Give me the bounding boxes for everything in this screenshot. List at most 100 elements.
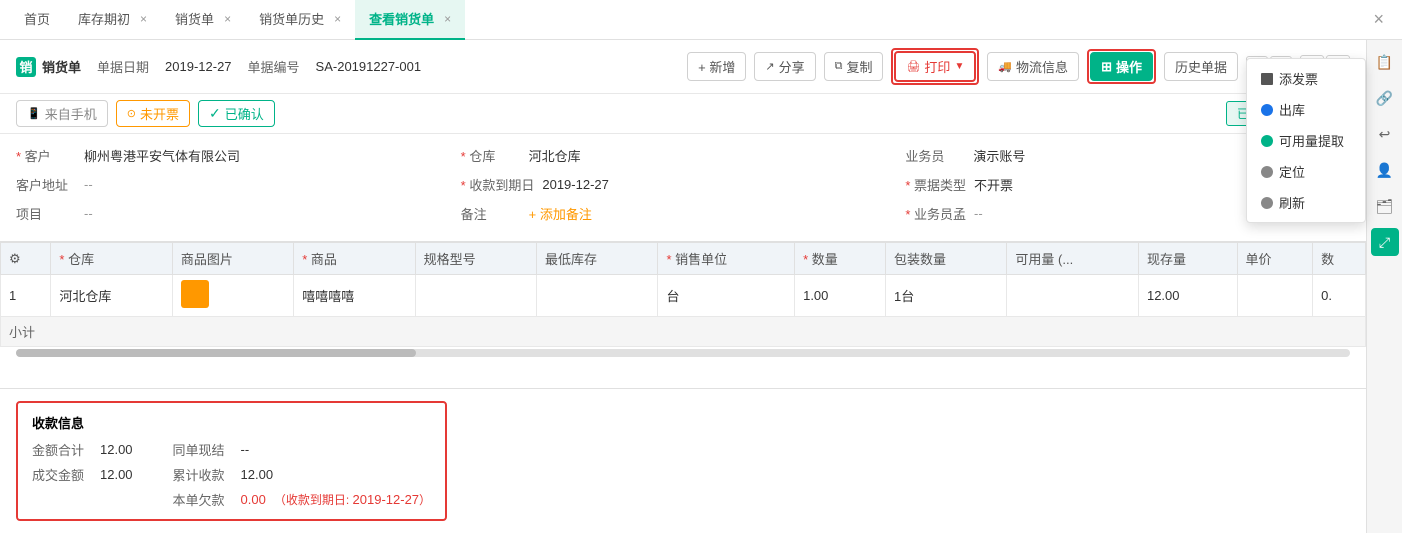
history-button[interactable]: 历史单据 bbox=[1164, 52, 1238, 81]
payment-settle-label: 同单现结 bbox=[173, 440, 233, 459]
dropdown-outbound[interactable]: 出库 bbox=[1247, 94, 1365, 125]
dropdown-avail-extract-label: 可用量提取 bbox=[1279, 131, 1344, 150]
toolbar: 📱 来自手机 ⊙ 未开票 ✓ 已确认 已核销 已生效 bbox=[0, 94, 1366, 134]
col-image: 商品图片 bbox=[172, 243, 293, 275]
tab-view-sales-order[interactable]: 查看销货单 × bbox=[355, 0, 465, 40]
product-image bbox=[181, 280, 209, 308]
cell-avail bbox=[1007, 275, 1139, 317]
col-qty: 数量 bbox=[795, 243, 886, 275]
sidebar-icon-expand[interactable]: ⤢ bbox=[1371, 228, 1399, 256]
payment-total-value: 12.00 bbox=[100, 442, 133, 457]
horizontal-scrollbar[interactable] bbox=[16, 349, 1350, 357]
sidebar-icon-undo[interactable]: ↩ bbox=[1371, 120, 1399, 148]
cell-product: 嘻嘻嘻嘻 bbox=[294, 275, 415, 317]
cell-current: 12.00 bbox=[1138, 275, 1237, 317]
col-amount: 数 bbox=[1313, 243, 1366, 275]
new-button[interactable]: + 新增 bbox=[687, 52, 746, 81]
dropdown-locate-label: 定位 bbox=[1279, 162, 1305, 181]
form-row-1: 客户 柳州粤港平安气体有限公司 仓库 河北仓库 业务员 演示账号 bbox=[16, 146, 1350, 165]
customer-value: 柳州粤港平安气体有限公司 bbox=[84, 146, 240, 165]
project-value: -- bbox=[84, 206, 93, 221]
customer-field: 客户 柳州粤港平安气体有限公司 bbox=[16, 146, 461, 165]
tab-inventory-init[interactable]: 库存期初 × bbox=[64, 0, 161, 40]
window-close-button[interactable]: × bbox=[1365, 9, 1392, 30]
invoice-value: 不开票 bbox=[974, 175, 1013, 194]
dropdown-add-invoice[interactable]: 添发票 bbox=[1247, 63, 1365, 94]
right-sidebar: 📋 🔗 ↩ 👤 🗂 ⤢ bbox=[1366, 40, 1402, 533]
tab-home[interactable]: 首页 bbox=[10, 0, 64, 40]
table-row: 1 河北仓库 嘻嘻嘻嘻 台 1.00 1台 12.00 bbox=[1, 275, 1366, 317]
sidebar-icon-link[interactable]: 🔗 bbox=[1371, 84, 1399, 112]
cell-spec bbox=[415, 275, 536, 317]
payment-date-label: 收款到期日 bbox=[461, 175, 535, 194]
subtotal-row: 小计 bbox=[1, 317, 1366, 347]
tab-sales-history[interactable]: 销货单历史 × bbox=[245, 0, 355, 40]
operate-dropdown-menu: 添发票 出库 可用量提取 定位 刷新 bbox=[1246, 58, 1366, 223]
operate-button[interactable]: ⊞ 操作 bbox=[1090, 52, 1153, 81]
sidebar-icon-list[interactable]: 📋 bbox=[1371, 48, 1399, 76]
cell-amount: 0. bbox=[1313, 275, 1366, 317]
dropdown-avail-extract[interactable]: 可用量提取 bbox=[1247, 125, 1365, 156]
tab-bar: 首页 库存期初 × 销货单 × 销货单历史 × 查看销货单 × × bbox=[0, 0, 1402, 40]
avail-extract-icon bbox=[1261, 135, 1273, 147]
warehouse-field: 仓库 河北仓库 bbox=[461, 146, 906, 165]
print-button[interactable]: 🖨 打印 ▼ bbox=[894, 51, 976, 82]
staff-value: 演示账号 bbox=[973, 146, 1025, 165]
project-label: 项目 bbox=[16, 204, 76, 223]
note-field: 备注 添加备注 bbox=[461, 204, 906, 223]
cell-qty: 1.00 bbox=[795, 275, 886, 317]
tab-close-sales-order[interactable]: × bbox=[224, 12, 231, 26]
payment-col-right: 同单现结 -- 累计收款 12.00 本单欠款 0.00 （收款到期日: 201… bbox=[173, 440, 432, 509]
sidebar-icon-folder[interactable]: 🗂 bbox=[1371, 192, 1399, 220]
doc-header: 销 销货单 单据日期 2019-12-27 单据编号 SA-20191227-0… bbox=[0, 40, 1366, 94]
add-note-button[interactable]: 添加备注 bbox=[529, 204, 592, 223]
address-field: 客户地址 -- bbox=[16, 175, 461, 194]
scroll-thumb[interactable] bbox=[16, 349, 416, 357]
col-avail: 可用量 (... bbox=[1007, 243, 1139, 275]
payment-cumulative-row: 累计收款 12.00 bbox=[173, 465, 432, 484]
payment-settle-value: -- bbox=[241, 442, 250, 457]
payment-owed-suffix: （收款到期日: 2019-12-27） bbox=[274, 491, 431, 508]
payment-info-rows: 金额合计 12.00 成交金额 12.00 同单现结 -- bbox=[32, 440, 431, 509]
dropdown-locate[interactable]: 定位 bbox=[1247, 156, 1365, 187]
tab-sales-order[interactable]: 销货单 × bbox=[161, 0, 245, 40]
tab-close-inventory-init[interactable]: × bbox=[140, 12, 147, 26]
tab-close-sales-history[interactable]: × bbox=[334, 12, 341, 26]
confirm-button[interactable]: ✓ 已确认 bbox=[198, 100, 275, 127]
operator-label: 业务员孟 bbox=[905, 204, 966, 223]
payment-date-value: 2019-12-27 bbox=[542, 177, 609, 192]
col-product: 商品 bbox=[294, 243, 415, 275]
col-warehouse: 仓库 bbox=[51, 243, 172, 275]
payment-info-outline: 收款信息 金额合计 12.00 成交金额 12.00 bbox=[16, 401, 447, 521]
payment-settle-row: 同单现结 -- bbox=[173, 440, 432, 459]
payment-deal-label: 成交金额 bbox=[32, 465, 92, 484]
share-button[interactable]: ↗ 分享 bbox=[754, 52, 815, 81]
payment-total-row: 金额合计 12.00 bbox=[32, 440, 133, 459]
from-phone-button[interactable]: 📱 来自手机 bbox=[16, 100, 108, 127]
payment-cumulative-label: 累计收款 bbox=[173, 465, 233, 484]
logistics-button[interactable]: 🚚 物流信息 bbox=[987, 52, 1079, 81]
dropdown-refresh[interactable]: 刷新 bbox=[1247, 187, 1365, 218]
dropdown-refresh-label: 刷新 bbox=[1279, 193, 1305, 212]
subtotal-label: 小计 bbox=[1, 317, 1366, 347]
product-table-wrap: ⚙ 仓库 商品图片 商品 规格型号 最低库存 销售单位 数量 包装数量 可用量 … bbox=[0, 241, 1366, 388]
col-price: 单价 bbox=[1237, 243, 1313, 275]
payment-owed-row: 本单欠款 0.00 （收款到期日: 2019-12-27） bbox=[173, 490, 432, 509]
cell-image bbox=[172, 275, 293, 317]
payment-cumulative-value: 12.00 bbox=[241, 467, 274, 482]
form-section: 客户 柳州粤港平安气体有限公司 仓库 河北仓库 业务员 演示账号 客户地址 -- bbox=[0, 134, 1366, 241]
col-gear: ⚙ bbox=[1, 243, 51, 275]
payment-info-title: 收款信息 bbox=[32, 413, 431, 432]
doc-meta: 单据日期 2019-12-27 单据编号 SA-20191227-001 bbox=[97, 57, 421, 76]
warehouse-label: 仓库 bbox=[461, 146, 521, 165]
product-table: ⚙ 仓库 商品图片 商品 规格型号 最低库存 销售单位 数量 包装数量 可用量 … bbox=[0, 242, 1366, 347]
staff-label: 业务员 bbox=[905, 146, 965, 165]
cell-unit: 台 bbox=[658, 275, 795, 317]
col-pkg-qty: 包装数量 bbox=[886, 243, 1007, 275]
cell-pkg-qty: 1台 bbox=[886, 275, 1007, 317]
refresh-icon bbox=[1261, 197, 1273, 209]
not-open-ticket-button[interactable]: ⊙ 未开票 bbox=[116, 100, 190, 127]
tab-close-view-sales-order[interactable]: × bbox=[444, 12, 451, 26]
sidebar-icon-user[interactable]: 👤 bbox=[1371, 156, 1399, 184]
copy-button[interactable]: ⧉ 复制 bbox=[824, 52, 884, 81]
